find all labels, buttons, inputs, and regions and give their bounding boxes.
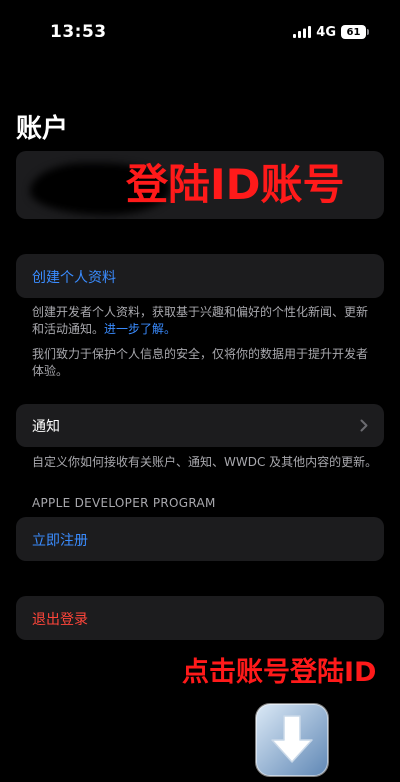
notifications-row[interactable]: 通知 — [16, 404, 384, 447]
privacy-description: 我们致力于保护个人信息的安全，仅将你的数据用于提升开发者体验。 — [32, 347, 369, 378]
learn-more-link[interactable]: 进一步了解。 — [104, 322, 176, 336]
status-indicators: 4G 61 — [293, 23, 369, 41]
battery-icon: 61 — [341, 25, 369, 39]
profile-description-text: 创建开发者个人资料，获取基于兴趣和偏好的个性化新闻、更新和活动通知。 — [32, 305, 369, 336]
register-now-label: 立即注册 — [32, 533, 88, 549]
notifications-label: 通知 — [32, 419, 60, 435]
create-profile-button[interactable]: 创建个人资料 — [16, 254, 384, 298]
notifications-description: 自定义你如何接收有关账户、通知、WWDC 及其他内容的更新。 — [32, 455, 378, 469]
logout-button[interactable]: 退出登录 — [16, 596, 384, 640]
page-title: 账户 — [16, 114, 69, 144]
status-time: 13:53 — [50, 22, 107, 42]
register-now-button[interactable]: 立即注册 — [16, 517, 384, 561]
create-profile-label: 创建个人资料 — [32, 270, 116, 286]
arrow-down-icon — [255, 703, 329, 777]
developer-program-header: APPLE DEVELOPER PROGRAM — [32, 496, 216, 510]
logout-label: 退出登录 — [32, 612, 88, 628]
signal-bars-icon — [293, 26, 312, 38]
status-bar: 13:53 4G 61 — [0, 0, 400, 64]
annotation-login-id: 登陆ID账号 — [126, 160, 345, 209]
chevron-right-icon — [360, 419, 368, 432]
annotation-tap-account: 点击账号登陆ID — [182, 657, 377, 688]
profile-description: 创建开发者个人资料，获取基于兴趣和偏好的个性化新闻、更新和活动通知。进一步了解。 — [32, 304, 378, 338]
network-type: 4G — [316, 24, 336, 40]
